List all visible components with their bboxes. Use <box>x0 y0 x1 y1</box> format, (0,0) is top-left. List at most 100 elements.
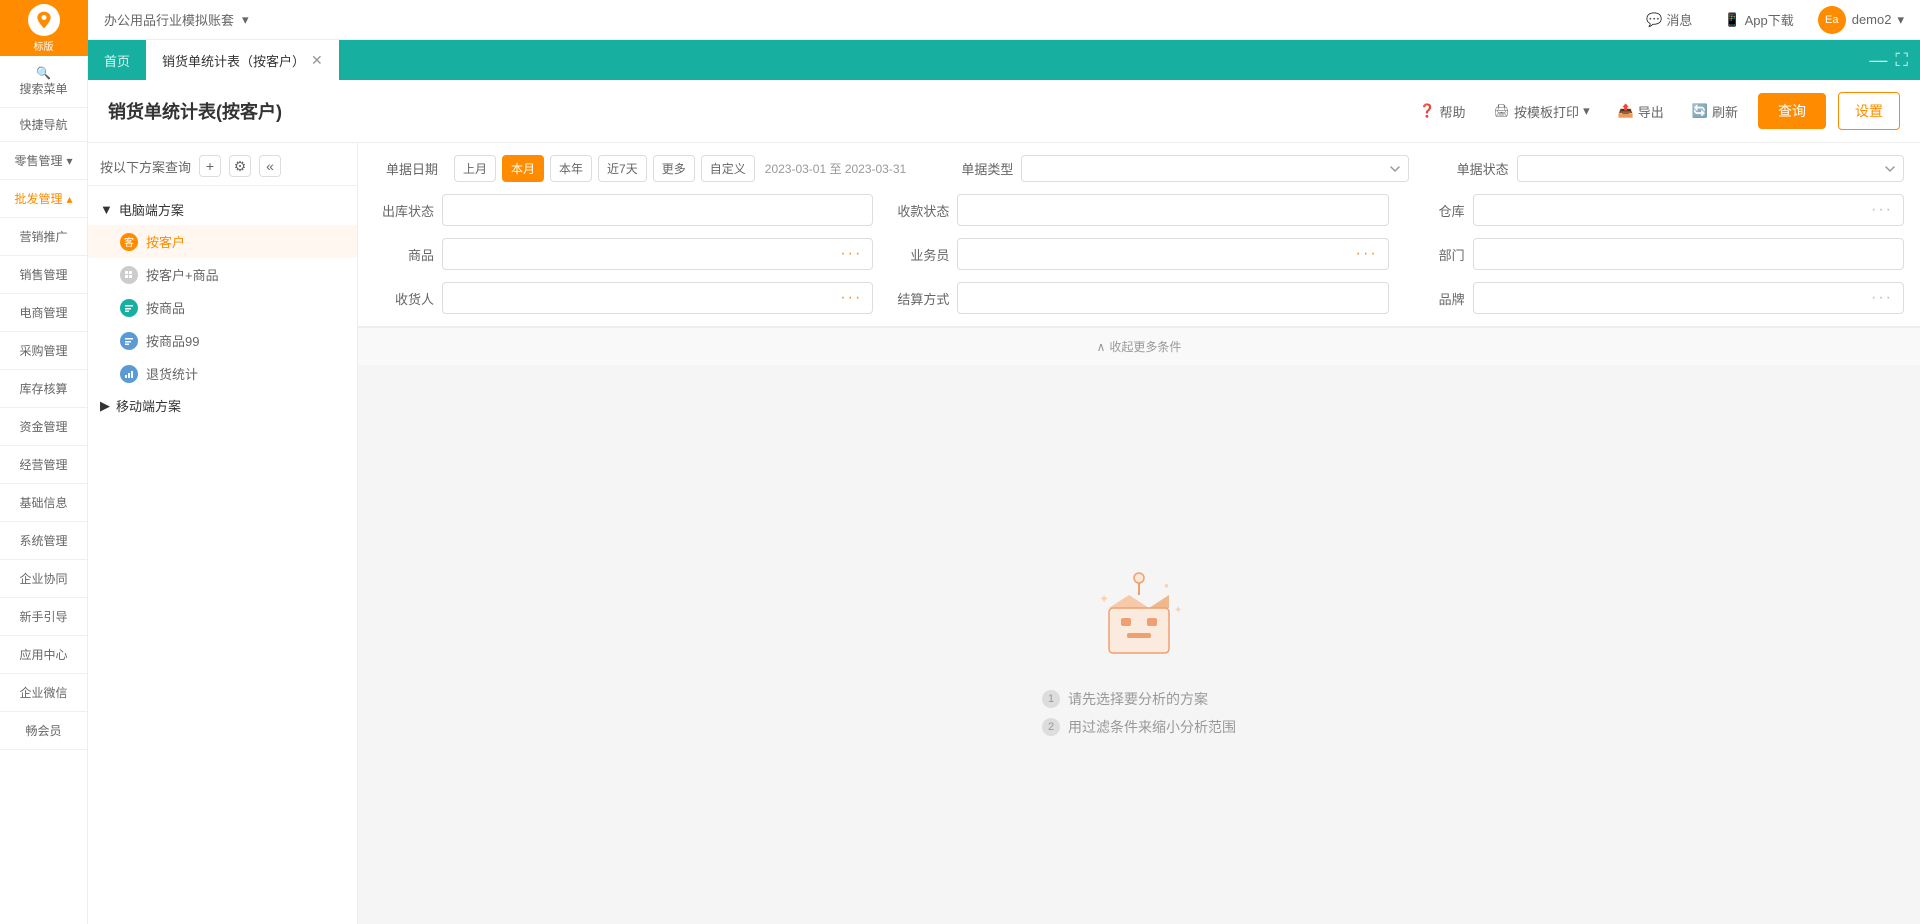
tab-home[interactable]: 首页 <box>88 40 146 80</box>
sidebar-item-app[interactable]: 应用中心 <box>0 636 87 674</box>
scheme-query-label: 按以下方案查询 <box>100 157 191 176</box>
chevron-up-icon: ∧ <box>1097 340 1106 354</box>
app-download-btn[interactable]: 📱 App下载 <box>1716 6 1801 33</box>
tab-sales-stats[interactable]: 销货单统计表（按客户） ✕ <box>146 40 339 80</box>
empty-hint-1: 1 请先选择要分析的方案 <box>1042 689 1236 709</box>
goods-input[interactable]: ··· <box>442 238 873 270</box>
warehouse-input[interactable]: ··· <box>1473 194 1904 226</box>
date-btn-this-month[interactable]: 本月 <box>502 155 544 182</box>
tab-sales-stats-label: 销货单统计表（按客户） <box>162 51 305 70</box>
date-btn-custom[interactable]: 自定义 <box>701 155 755 182</box>
order-status-select[interactable] <box>1517 155 1904 182</box>
topbar: 办公用品行业模拟账套 ▾ 💬 消息 📱 App下载 Ea demo2 ▾ <box>88 0 1920 40</box>
template-print-btn[interactable]: 🖨 按模板打印 ▾ <box>1486 98 1598 125</box>
minimize-icon[interactable]: — <box>1869 50 1887 71</box>
brand-input[interactable]: ··· <box>1473 282 1904 314</box>
export-icon: 📤 <box>1618 103 1634 119</box>
brand-dots: ··· <box>1871 289 1893 307</box>
message-btn[interactable]: 💬 消息 <box>1638 6 1700 33</box>
date-btn-this-year[interactable]: 本年 <box>550 155 592 182</box>
help-btn[interactable]: ❓ 帮助 <box>1411 98 1473 125</box>
user-initials: Ea <box>1825 14 1838 26</box>
user-profile[interactable]: Ea demo2 ▾ <box>1818 6 1904 34</box>
wholesale-arrow-icon: ▴ <box>66 192 72 206</box>
tree-section: ▼ 电脑端方案 客 按客户 <box>88 186 357 429</box>
receiver-input[interactable]: ··· <box>442 282 873 314</box>
sidebar-search[interactable]: 🔍 搜索菜单 <box>0 56 87 108</box>
tree-child-returns[interactable]: 退货统计 <box>88 357 357 390</box>
print-icon: 🖨 <box>1494 103 1511 119</box>
sidebar-system-label: 系统管理 <box>19 532 67 549</box>
sidebar-item-basic[interactable]: 基础信息 <box>0 484 87 522</box>
sidebar-item-member[interactable]: 畅会员 <box>0 712 87 750</box>
sidebar-item-collab[interactable]: 企业协同 <box>0 560 87 598</box>
tab-close-icon[interactable]: ✕ <box>311 53 323 67</box>
date-btn-7days[interactable]: 近7天 <box>598 155 647 182</box>
sidebar-item-sales[interactable]: 销售管理 <box>0 256 87 294</box>
export-btn[interactable]: 📤 导出 <box>1610 98 1672 125</box>
sidebar-item-system[interactable]: 系统管理 <box>0 522 87 560</box>
sidebar-marketing-label: 营销推广 <box>19 228 67 245</box>
goods99-label: 按商品99 <box>146 331 199 350</box>
filter-cell-receiver: 收货人 ··· <box>374 282 873 314</box>
tabbar: 首页 销货单统计表（按客户） ✕ — ⛶ <box>88 40 1920 80</box>
sidebar-item-guide[interactable]: 新手引导 <box>0 598 87 636</box>
tree-child-customer-goods[interactable]: 按客户+商品 <box>88 258 357 291</box>
sidebar-item-wechat[interactable]: 企业微信 <box>0 674 87 712</box>
brand-label: 品牌 <box>1405 289 1465 308</box>
settings-button[interactable]: 设置 <box>1838 92 1900 130</box>
date-btn-more[interactable]: 更多 <box>653 155 695 182</box>
settings-scheme-btn[interactable]: ⚙ <box>229 155 251 177</box>
sidebar-item-marketing[interactable]: 营销推广 <box>0 218 87 256</box>
template-print-label: 按模板打印 <box>1514 102 1579 121</box>
sidebar-item-operation[interactable]: 经营管理 <box>0 446 87 484</box>
sidebar-item-ecom[interactable]: 电商管理 <box>0 294 87 332</box>
filter-cell-brand: 品牌 ··· <box>1405 282 1904 314</box>
settlement-select[interactable] <box>957 282 1388 314</box>
department-select[interactable] <box>1473 238 1904 270</box>
sidebar-sales-label: 销售管理 <box>19 266 67 283</box>
warehouse-dots: ··· <box>1871 201 1893 219</box>
svg-text:✦: ✦ <box>1174 605 1182 616</box>
tree-child-goods99[interactable]: 按商品99 <box>88 324 357 357</box>
app-icon: 📱 <box>1724 12 1740 28</box>
page-header: 销货单统计表(按客户) ❓ 帮助 🖨 按模板打印 ▾ 📤 导出 🔄 刷新 <box>88 80 1920 143</box>
hint1-num: 1 <box>1042 690 1060 708</box>
salesperson-input[interactable]: ··· <box>957 238 1388 270</box>
main-container: 办公用品行业模拟账套 ▾ 💬 消息 📱 App下载 Ea demo2 ▾ 首 <box>88 0 1920 924</box>
payment-status-select[interactable] <box>957 194 1388 226</box>
app-download-label: App下载 <box>1745 10 1794 29</box>
sidebar-basic-label: 基础信息 <box>19 494 67 511</box>
query-button[interactable]: 查询 <box>1758 93 1826 129</box>
sidebar-item-retail[interactable]: 零售管理 ▾ <box>0 142 87 180</box>
sidebar-retail-label: 零售管理 <box>14 152 62 169</box>
filter-cell-department: 部门 <box>1405 238 1904 270</box>
collapse-bar[interactable]: ∧ 收起更多条件 <box>358 327 1920 365</box>
tree-child-customer[interactable]: 客 按客户 <box>88 225 357 258</box>
sidebar-item-wholesale[interactable]: 批发管理 ▴ <box>0 180 87 218</box>
tree-parent-mobile[interactable]: ▶ 移动端方案 <box>88 390 357 421</box>
add-scheme-btn[interactable]: + <box>199 155 221 177</box>
hint2-text: 用过滤条件来缩小分析范围 <box>1068 717 1236 737</box>
sidebar-finance-label: 资金管理 <box>19 418 67 435</box>
sidebar-item-finance[interactable]: 资金管理 <box>0 408 87 446</box>
user-name: demo2 <box>1852 12 1892 27</box>
collapse-panel-btn[interactable]: « <box>259 155 281 177</box>
order-type-select[interactable] <box>1021 155 1408 182</box>
left-panel: 按以下方案查询 + ⚙ « ▼ 电脑端方案 <box>88 143 358 924</box>
tree-parent-pc[interactable]: ▼ 电脑端方案 <box>88 194 357 225</box>
sidebar-item-stock[interactable]: 库存核算 <box>0 370 87 408</box>
collapse-text: 收起更多条件 <box>1109 338 1181 355</box>
filter-cell-settlement: 结算方式 <box>889 282 1388 314</box>
refresh-btn[interactable]: 🔄 刷新 <box>1684 98 1746 125</box>
maximize-icon[interactable]: ⛶ <box>1895 50 1908 71</box>
refresh-icon: 🔄 <box>1692 103 1708 119</box>
date-btn-last-month[interactable]: 上月 <box>454 155 496 182</box>
dropdown-icon[interactable]: ▾ <box>242 12 249 28</box>
sidebar-item-purchase[interactable]: 采购管理 <box>0 332 87 370</box>
topbar-left: 办公用品行业模拟账套 ▾ <box>104 10 249 29</box>
stock-status-select[interactable] <box>442 194 873 226</box>
sidebar-nav[interactable]: 快捷导航 <box>0 108 87 142</box>
sidebar-guide-label: 新手引导 <box>19 608 67 625</box>
tree-child-goods[interactable]: 按商品 <box>88 291 357 324</box>
